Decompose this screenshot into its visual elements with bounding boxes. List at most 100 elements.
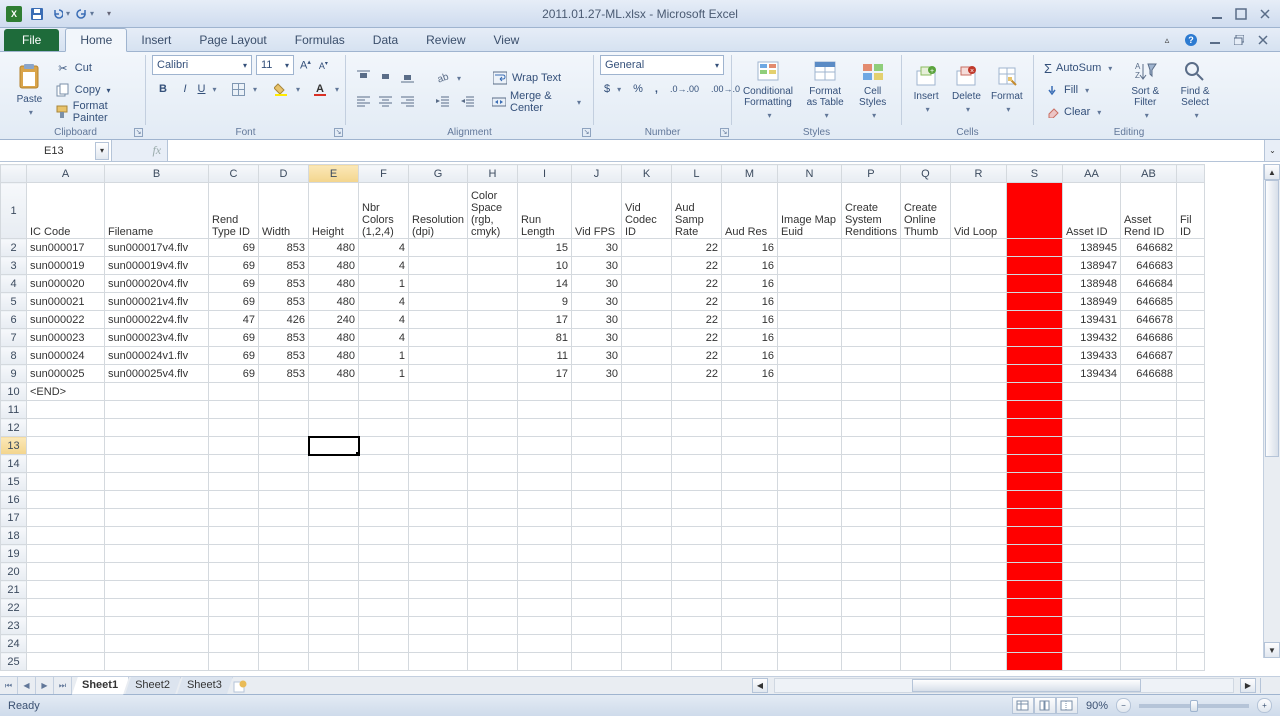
cell-partial-1[interactable]: Fil ID xyxy=(1176,183,1204,239)
cell-D7[interactable]: 853 xyxy=(259,329,309,347)
cell-AA8[interactable]: 139433 xyxy=(1062,347,1120,365)
cell-C13[interactable] xyxy=(209,437,259,455)
cell-R12[interactable] xyxy=(950,419,1006,437)
maximize-icon[interactable] xyxy=(1232,5,1250,23)
cell-Q18[interactable] xyxy=(900,527,950,545)
cell-A10[interactable]: <END> xyxy=(27,383,105,401)
fill-color-button[interactable] xyxy=(269,79,304,99)
cell-H18[interactable] xyxy=(467,527,517,545)
cell-S12[interactable] xyxy=(1006,419,1062,437)
cell-E4[interactable]: 480 xyxy=(309,275,359,293)
cell-Q17[interactable] xyxy=(900,509,950,527)
cell-AB14[interactable] xyxy=(1120,455,1176,473)
cell-B5[interactable]: sun000021v4.flv xyxy=(105,293,209,311)
cell-Q20[interactable] xyxy=(900,563,950,581)
cell-N13[interactable] xyxy=(777,437,841,455)
row-header-14[interactable]: 14 xyxy=(1,455,27,473)
cell-B11[interactable] xyxy=(105,401,209,419)
cell-I14[interactable] xyxy=(517,455,571,473)
cell-L5[interactable]: 22 xyxy=(671,293,721,311)
cell-G9[interactable] xyxy=(409,365,468,383)
fx-icon[interactable]: fx xyxy=(152,143,161,158)
cell-B24[interactable] xyxy=(105,635,209,653)
cell-F22[interactable] xyxy=(359,599,409,617)
cell-A17[interactable] xyxy=(27,509,105,527)
font-dialog-icon[interactable]: ↘ xyxy=(334,128,343,137)
cell-L2[interactable]: 22 xyxy=(671,239,721,257)
cell-I11[interactable] xyxy=(517,401,571,419)
cell-AA20[interactable] xyxy=(1062,563,1120,581)
cell-B10[interactable] xyxy=(105,383,209,401)
cell-H25[interactable] xyxy=(467,653,517,671)
cell-I9[interactable]: 17 xyxy=(517,365,571,383)
cell-H22[interactable] xyxy=(467,599,517,617)
cell-F16[interactable] xyxy=(359,491,409,509)
cell-F4[interactable]: 1 xyxy=(359,275,409,293)
align-left-button[interactable] xyxy=(352,92,374,112)
cell-AB19[interactable] xyxy=(1120,545,1176,563)
col-header-Q[interactable]: Q xyxy=(900,165,950,183)
cell-H8[interactable] xyxy=(467,347,517,365)
cell-E13[interactable] xyxy=(309,437,359,455)
cell-N15[interactable] xyxy=(777,473,841,491)
col-header-I[interactable]: I xyxy=(517,165,571,183)
cell-M9[interactable]: 16 xyxy=(721,365,777,383)
cell-D2[interactable]: 853 xyxy=(259,239,309,257)
cell-R18[interactable] xyxy=(950,527,1006,545)
cell-J25[interactable] xyxy=(571,653,621,671)
cell-P25[interactable] xyxy=(841,653,900,671)
cell-E18[interactable] xyxy=(309,527,359,545)
row-header-19[interactable]: 19 xyxy=(1,545,27,563)
cell-J15[interactable] xyxy=(571,473,621,491)
cell-B15[interactable] xyxy=(105,473,209,491)
cell-G8[interactable] xyxy=(409,347,468,365)
row-header-21[interactable]: 21 xyxy=(1,581,27,599)
doc-minimize-icon[interactable] xyxy=(1206,31,1224,49)
doc-close-icon[interactable] xyxy=(1254,31,1272,49)
cell-AB25[interactable] xyxy=(1120,653,1176,671)
cell-R6[interactable] xyxy=(950,311,1006,329)
format-painter-button[interactable]: Format Painter xyxy=(51,102,137,122)
cell-partial-3[interactable] xyxy=(1176,257,1204,275)
cell-I13[interactable] xyxy=(517,437,571,455)
cell-D22[interactable] xyxy=(259,599,309,617)
clipboard-dialog-icon[interactable]: ↘ xyxy=(134,128,143,137)
cell-L15[interactable] xyxy=(671,473,721,491)
cell-G10[interactable] xyxy=(409,383,468,401)
cell-S11[interactable] xyxy=(1006,401,1062,419)
cell-B25[interactable] xyxy=(105,653,209,671)
cell-AA9[interactable]: 139434 xyxy=(1062,365,1120,383)
cell-M21[interactable] xyxy=(721,581,777,599)
excel-icon[interactable]: X xyxy=(6,6,22,22)
sheet-nav-last-icon[interactable]: ⏭ xyxy=(54,677,72,694)
cell-A6[interactable]: sun000022 xyxy=(27,311,105,329)
row-header-6[interactable]: 6 xyxy=(1,311,27,329)
cell-H13[interactable] xyxy=(467,437,517,455)
cell-S2[interactable] xyxy=(1006,239,1062,257)
cell-R2[interactable] xyxy=(950,239,1006,257)
cell-B19[interactable] xyxy=(105,545,209,563)
cell-J4[interactable]: 30 xyxy=(571,275,621,293)
cell-F24[interactable] xyxy=(359,635,409,653)
sheet-tab-sheet3[interactable]: Sheet3 xyxy=(177,677,233,695)
cell-G16[interactable] xyxy=(409,491,468,509)
merge-center-button[interactable]: Merge & Center xyxy=(488,92,585,112)
paste-button[interactable]: Paste xyxy=(12,60,47,120)
cell-A1[interactable]: IC Code xyxy=(27,183,105,239)
cell-E1[interactable]: Height xyxy=(309,183,359,239)
cell-I17[interactable] xyxy=(517,509,571,527)
cell-B3[interactable]: sun000019v4.flv xyxy=(105,257,209,275)
cell-L11[interactable] xyxy=(671,401,721,419)
cell-N6[interactable] xyxy=(777,311,841,329)
cell-AB5[interactable]: 646685 xyxy=(1120,293,1176,311)
cell-I19[interactable] xyxy=(517,545,571,563)
cell-Q25[interactable] xyxy=(900,653,950,671)
cell-B1[interactable]: Filename xyxy=(105,183,209,239)
cell-K13[interactable] xyxy=(621,437,671,455)
cell-Q12[interactable] xyxy=(900,419,950,437)
cell-F14[interactable] xyxy=(359,455,409,473)
font-name-select[interactable]: Calibri▾ xyxy=(152,55,252,75)
cell-C17[interactable] xyxy=(209,509,259,527)
ribbon-minimize-icon[interactable]: ▵ xyxy=(1158,31,1176,49)
cell-P22[interactable] xyxy=(841,599,900,617)
